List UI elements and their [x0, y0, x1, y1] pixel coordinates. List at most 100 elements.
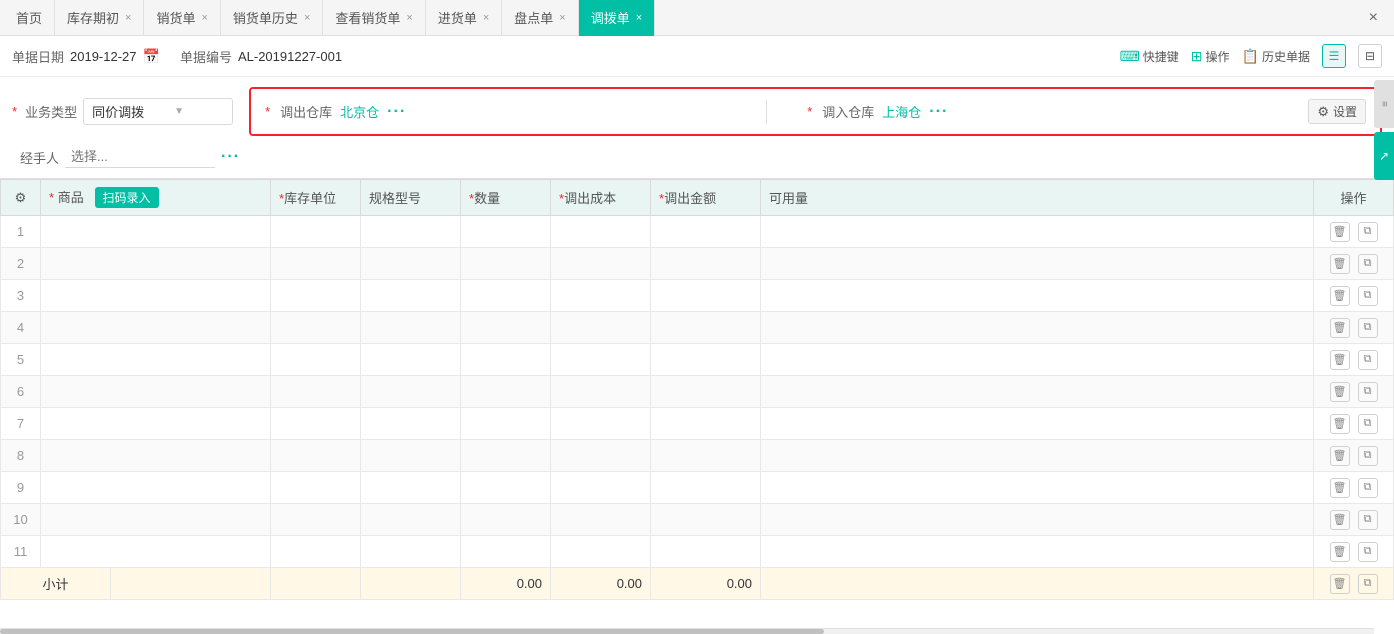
settings-button[interactable]: ⚙ 设置 [1308, 99, 1366, 124]
row-4-cost[interactable] [551, 312, 651, 344]
panel-expand-btn[interactable]: ↗ [1374, 132, 1394, 180]
row-9-available[interactable] [761, 472, 1314, 504]
tab-home[interactable]: 首页 [4, 0, 55, 36]
tab-inventory-init-close[interactable]: × [125, 12, 131, 24]
row-11-spec[interactable] [361, 536, 461, 568]
row-3-available[interactable] [761, 280, 1314, 312]
delete-icon-11[interactable]: 🗑 [1330, 542, 1350, 562]
row-6-amount[interactable] [651, 376, 761, 408]
row-3-unit[interactable] [271, 280, 361, 312]
row-11-unit[interactable] [271, 536, 361, 568]
row-8-product[interactable] [41, 440, 271, 472]
delete-icon-5[interactable]: 🗑 [1330, 350, 1350, 370]
tab-inventory-init[interactable]: 库存期初 × [55, 0, 144, 36]
row-9-unit[interactable] [271, 472, 361, 504]
row-11-qty[interactable] [461, 536, 551, 568]
copy-icon-9[interactable]: ⧉ [1358, 478, 1378, 498]
row-7-qty[interactable] [461, 408, 551, 440]
row-10-amount[interactable] [651, 504, 761, 536]
row-9-product[interactable] [41, 472, 271, 504]
scrollbar-thumb[interactable] [0, 629, 824, 634]
row-3-product[interactable] [41, 280, 271, 312]
row-8-cost[interactable] [551, 440, 651, 472]
row-7-unit[interactable] [271, 408, 361, 440]
grid-view-btn[interactable]: ⊟ [1358, 44, 1382, 68]
history-btn[interactable]: 📋 历史单据 [1242, 48, 1310, 65]
row-2-amount[interactable] [651, 248, 761, 280]
row-9-amount[interactable] [651, 472, 761, 504]
tab-view-sales[interactable]: 查看销货单 × [323, 0, 425, 36]
row-3-cost[interactable] [551, 280, 651, 312]
copy-icon-4[interactable]: ⧉ [1358, 318, 1378, 338]
tab-purchase-close[interactable]: × [483, 12, 489, 24]
tab-purchase[interactable]: 进货单 × [426, 0, 502, 36]
row-2-available[interactable] [761, 248, 1314, 280]
handler-more-btn[interactable]: ··· [221, 148, 240, 166]
in-warehouse-more-btn[interactable]: ··· [929, 103, 948, 121]
row-10-available[interactable] [761, 504, 1314, 536]
row-7-available[interactable] [761, 408, 1314, 440]
out-warehouse-more-btn[interactable]: ··· [387, 103, 406, 121]
row-4-amount[interactable] [651, 312, 761, 344]
col-gear[interactable]: ⚙ [1, 180, 41, 216]
row-8-qty[interactable] [461, 440, 551, 472]
tab-transfer[interactable]: 调拨单 × [579, 0, 655, 36]
row-5-qty[interactable] [461, 344, 551, 376]
row-1-amount[interactable] [651, 216, 761, 248]
business-type-select[interactable]: 同价调拨 ▼ [83, 98, 233, 125]
delete-icon-7[interactable]: 🗑 [1330, 414, 1350, 434]
copy-icon-3[interactable]: ⧉ [1358, 286, 1378, 306]
row-10-spec[interactable] [361, 504, 461, 536]
delete-icon-2[interactable]: 🗑 [1330, 254, 1350, 274]
row-8-amount[interactable] [651, 440, 761, 472]
delete-icon-6[interactable]: 🗑 [1330, 382, 1350, 402]
row-6-product[interactable] [41, 376, 271, 408]
list-view-btn[interactable]: ☰ [1322, 44, 1346, 68]
row-11-amount[interactable] [651, 536, 761, 568]
row-1-available[interactable] [761, 216, 1314, 248]
row-6-spec[interactable] [361, 376, 461, 408]
row-6-cost[interactable] [551, 376, 651, 408]
row-4-spec[interactable] [361, 312, 461, 344]
delete-icon-10[interactable]: 🗑 [1330, 510, 1350, 530]
row-4-unit[interactable] [271, 312, 361, 344]
shortcut-btn[interactable]: ⌨ 快捷键 [1120, 48, 1179, 65]
row-10-unit[interactable] [271, 504, 361, 536]
operation-btn[interactable]: ⊞ 操作 [1191, 48, 1230, 65]
row-7-cost[interactable] [551, 408, 651, 440]
row-9-qty[interactable] [461, 472, 551, 504]
row-4-product[interactable] [41, 312, 271, 344]
tab-sales-history[interactable]: 销货单历史 × [221, 0, 323, 36]
copy-icon-7[interactable]: ⧉ [1358, 414, 1378, 434]
row-5-amount[interactable] [651, 344, 761, 376]
copy-icon-2[interactable]: ⧉ [1358, 254, 1378, 274]
row-11-available[interactable] [761, 536, 1314, 568]
row-5-product[interactable] [41, 344, 271, 376]
row-5-unit[interactable] [271, 344, 361, 376]
copy-icon-11[interactable]: ⧉ [1358, 542, 1378, 562]
row-8-spec[interactable] [361, 440, 461, 472]
row-6-unit[interactable] [271, 376, 361, 408]
row-1-unit[interactable] [271, 216, 361, 248]
row-5-cost[interactable] [551, 344, 651, 376]
row-7-spec[interactable] [361, 408, 461, 440]
row-10-cost[interactable] [551, 504, 651, 536]
row-4-available[interactable] [761, 312, 1314, 344]
row-1-product[interactable] [41, 216, 271, 248]
row-11-cost[interactable] [551, 536, 651, 568]
tab-sales-order[interactable]: 销货单 × [144, 0, 220, 36]
row-2-cost[interactable] [551, 248, 651, 280]
scrollbar-track[interactable] [0, 628, 1374, 634]
row-2-spec[interactable] [361, 248, 461, 280]
row-8-available[interactable] [761, 440, 1314, 472]
delete-icon-9[interactable]: 🗑 [1330, 478, 1350, 498]
delete-icon-1[interactable]: 🗑 [1330, 222, 1350, 242]
row-6-available[interactable] [761, 376, 1314, 408]
row-10-product[interactable] [41, 504, 271, 536]
row-3-amount[interactable] [651, 280, 761, 312]
copy-icon-1[interactable]: ⧉ [1358, 222, 1378, 242]
row-1-qty[interactable] [461, 216, 551, 248]
delete-icon-8[interactable]: 🗑 [1330, 446, 1350, 466]
tab-view-sales-close[interactable]: × [406, 12, 412, 24]
row-1-cost[interactable] [551, 216, 651, 248]
